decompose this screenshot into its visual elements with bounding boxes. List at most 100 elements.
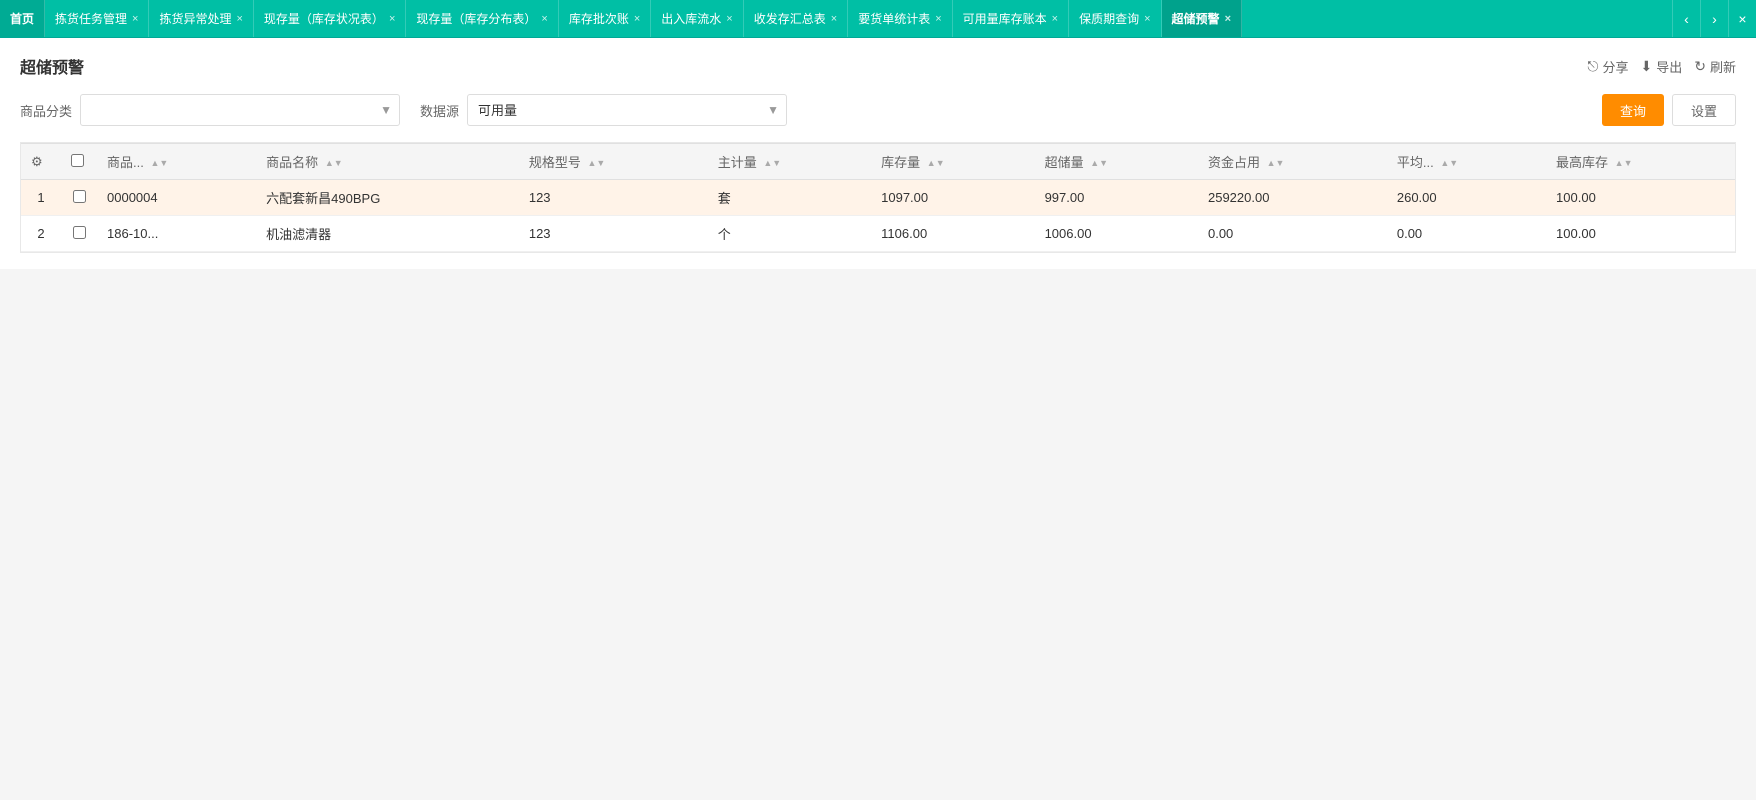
- col-product-name[interactable]: 商品名称 ▲▼: [256, 144, 519, 180]
- nav-arrow-left[interactable]: ‹: [1672, 0, 1700, 38]
- row-spec-2: 123: [519, 216, 708, 252]
- col-capital-used[interactable]: 资金占用 ▲▼: [1198, 144, 1387, 180]
- page-title: 超储预警: [20, 54, 84, 78]
- nav-arrow-right[interactable]: ›: [1700, 0, 1728, 38]
- export-label: 导出: [1656, 57, 1682, 76]
- datasource-select-wrapper: 可用量 ▼: [467, 94, 787, 126]
- sort-product-name-icon[interactable]: ▲▼: [325, 159, 343, 168]
- table-row: 2 186-10... 机油滤清器 123 个 1106.00 1006.00 …: [21, 216, 1735, 252]
- nav-close-order-stats[interactable]: ×: [935, 13, 941, 25]
- share-button[interactable]: ⎋ 分享: [1587, 57, 1628, 76]
- refresh-button[interactable]: ↻ 刷新: [1694, 57, 1736, 76]
- export-button[interactable]: ⬇ 导出: [1641, 57, 1683, 76]
- settings-button[interactable]: 设置: [1672, 94, 1736, 126]
- page-header: 超储预警 ⎋ 分享 ⬇ 导出 ↻ 刷新: [20, 54, 1736, 78]
- top-navigation: 首页 拣货任务管理 × 拣货异常处理 × 现存量（库存状况表） × 现存量（库存…: [0, 0, 1756, 38]
- select-all-checkbox[interactable]: [71, 154, 84, 167]
- row-product-name-2: 机油滤清器: [256, 216, 519, 252]
- nav-item-available-stock[interactable]: 可用量库存账本 ×: [953, 0, 1069, 38]
- nav-item-home[interactable]: 首页: [0, 0, 45, 38]
- export-icon: ⬇: [1641, 58, 1653, 75]
- col-checkbox: [61, 144, 97, 180]
- table-row: 1 0000004 六配套新昌490BPG 123 套 1097.00 997.…: [21, 180, 1735, 216]
- sort-max-stock-icon[interactable]: ▲▼: [1615, 159, 1633, 168]
- share-label: 分享: [1602, 57, 1628, 76]
- category-label: 商品分类: [20, 101, 72, 120]
- row-stock-qty-1: 1097.00: [871, 180, 1034, 216]
- nav-label-order-stats: 要货单统计表: [858, 10, 930, 27]
- sort-capital-used-icon[interactable]: ▲▼: [1267, 159, 1285, 168]
- col-max-stock[interactable]: 最高库存 ▲▼: [1546, 144, 1735, 180]
- nav-close-stock-dist[interactable]: ×: [541, 13, 547, 25]
- col-overstock-qty[interactable]: 超储量 ▲▼: [1035, 144, 1198, 180]
- datasource-select[interactable]: 可用量: [467, 94, 787, 126]
- nav-label-pick-exception: 拣货异常处理: [159, 10, 231, 27]
- nav-item-summary-table[interactable]: 收发存汇总表 ×: [744, 0, 848, 38]
- row-overstock-qty-1: 997.00: [1035, 180, 1198, 216]
- row-checkbox-2[interactable]: [61, 216, 97, 252]
- share-icon: ⎋: [1587, 58, 1598, 75]
- row-spec-1: 123: [519, 180, 708, 216]
- header-actions: ⎋ 分享 ⬇ 导出 ↻ 刷新: [1587, 57, 1736, 76]
- nav-label-pick-task: 拣货任务管理: [55, 10, 127, 27]
- nav-label-home: 首页: [10, 10, 34, 27]
- nav-close-inout-flow[interactable]: ×: [726, 13, 732, 25]
- sort-overstock-qty-icon[interactable]: ▲▼: [1090, 159, 1108, 168]
- sort-stock-qty-icon[interactable]: ▲▼: [927, 159, 945, 168]
- nav-item-stock-dist[interactable]: 现存量（库存分布表） ×: [406, 0, 558, 38]
- row-select-checkbox-1[interactable]: [73, 190, 86, 203]
- nav-close-stock-status[interactable]: ×: [389, 13, 395, 25]
- row-capital-used-2: 0.00: [1198, 216, 1387, 252]
- nav-item-pick-exception[interactable]: 拣货异常处理 ×: [149, 0, 253, 38]
- nav-label-summary-table: 收发存汇总表: [754, 10, 826, 27]
- sort-avg-icon[interactable]: ▲▼: [1440, 159, 1458, 168]
- row-checkbox-1[interactable]: [61, 180, 97, 216]
- nav-close-available-stock[interactable]: ×: [1052, 13, 1058, 25]
- col-unit[interactable]: 主计量 ▲▼: [708, 144, 871, 180]
- nav-close-summary-table[interactable]: ×: [831, 13, 837, 25]
- col-spec[interactable]: 规格型号 ▲▼: [519, 144, 708, 180]
- row-index-1: 1: [21, 180, 61, 216]
- nav-item-overstock-warning[interactable]: 超储预警 ×: [1162, 0, 1242, 38]
- sort-product-code-icon[interactable]: ▲▼: [150, 159, 168, 168]
- nav-arrows: ‹ › ×: [1672, 0, 1756, 38]
- row-index-2: 2: [21, 216, 61, 252]
- page-container: 超储预警 ⎋ 分享 ⬇ 导出 ↻ 刷新 商品分类 ▼: [0, 38, 1756, 269]
- query-button[interactable]: 查询: [1602, 94, 1664, 126]
- nav-label-stock-dist: 现存量（库存分布表）: [416, 10, 536, 27]
- nav-label-batch-account: 库存批次账: [569, 10, 629, 27]
- col-product-code[interactable]: 商品... ▲▼: [97, 144, 256, 180]
- settings-gear-icon[interactable]: ⚙: [31, 154, 43, 169]
- nav-close-overstock-warning[interactable]: ×: [1225, 13, 1231, 25]
- row-select-checkbox-2[interactable]: [73, 226, 86, 239]
- row-unit-2: 个: [708, 216, 871, 252]
- col-gear[interactable]: ⚙: [21, 144, 61, 180]
- filter-category: 商品分类 ▼: [20, 94, 400, 126]
- sort-spec-icon[interactable]: ▲▼: [587, 159, 605, 168]
- filter-actions: 查询 设置: [1602, 94, 1736, 126]
- table-header-row: ⚙ 商品... ▲▼ 商品名称 ▲▼ 规格型号 ▲▼: [21, 144, 1735, 180]
- nav-close-shelf-life[interactable]: ×: [1144, 13, 1150, 25]
- sort-unit-icon[interactable]: ▲▼: [763, 159, 781, 168]
- nav-item-inout-flow[interactable]: 出入库流水 ×: [651, 0, 743, 38]
- category-select[interactable]: [80, 94, 400, 126]
- nav-close-pick-task[interactable]: ×: [132, 13, 138, 25]
- row-capital-used-1: 259220.00: [1198, 180, 1387, 216]
- nav-label-overstock-warning: 超储预警: [1172, 10, 1220, 27]
- refresh-icon: ↻: [1694, 58, 1706, 75]
- col-avg[interactable]: 平均... ▲▼: [1387, 144, 1546, 180]
- col-stock-qty[interactable]: 库存量 ▲▼: [871, 144, 1034, 180]
- nav-arrow-close-all[interactable]: ×: [1728, 0, 1756, 38]
- nav-item-batch-account[interactable]: 库存批次账 ×: [559, 0, 651, 38]
- row-product-name-1: 六配套新昌490BPG: [256, 180, 519, 216]
- nav-item-order-stats[interactable]: 要货单统计表 ×: [848, 0, 952, 38]
- row-avg-1: 260.00: [1387, 180, 1546, 216]
- filter-row: 商品分类 ▼ 数据源 可用量 ▼ 查询 设置: [20, 94, 1736, 126]
- nav-close-pick-exception[interactable]: ×: [236, 13, 242, 25]
- nav-item-stock-status[interactable]: 现存量（库存状况表） ×: [254, 0, 406, 38]
- row-avg-2: 0.00: [1387, 216, 1546, 252]
- nav-item-pick-task[interactable]: 拣货任务管理 ×: [45, 0, 149, 38]
- data-table: ⚙ 商品... ▲▼ 商品名称 ▲▼ 规格型号 ▲▼: [21, 143, 1735, 252]
- nav-item-shelf-life[interactable]: 保质期查询 ×: [1069, 0, 1161, 38]
- nav-close-batch-account[interactable]: ×: [634, 13, 640, 25]
